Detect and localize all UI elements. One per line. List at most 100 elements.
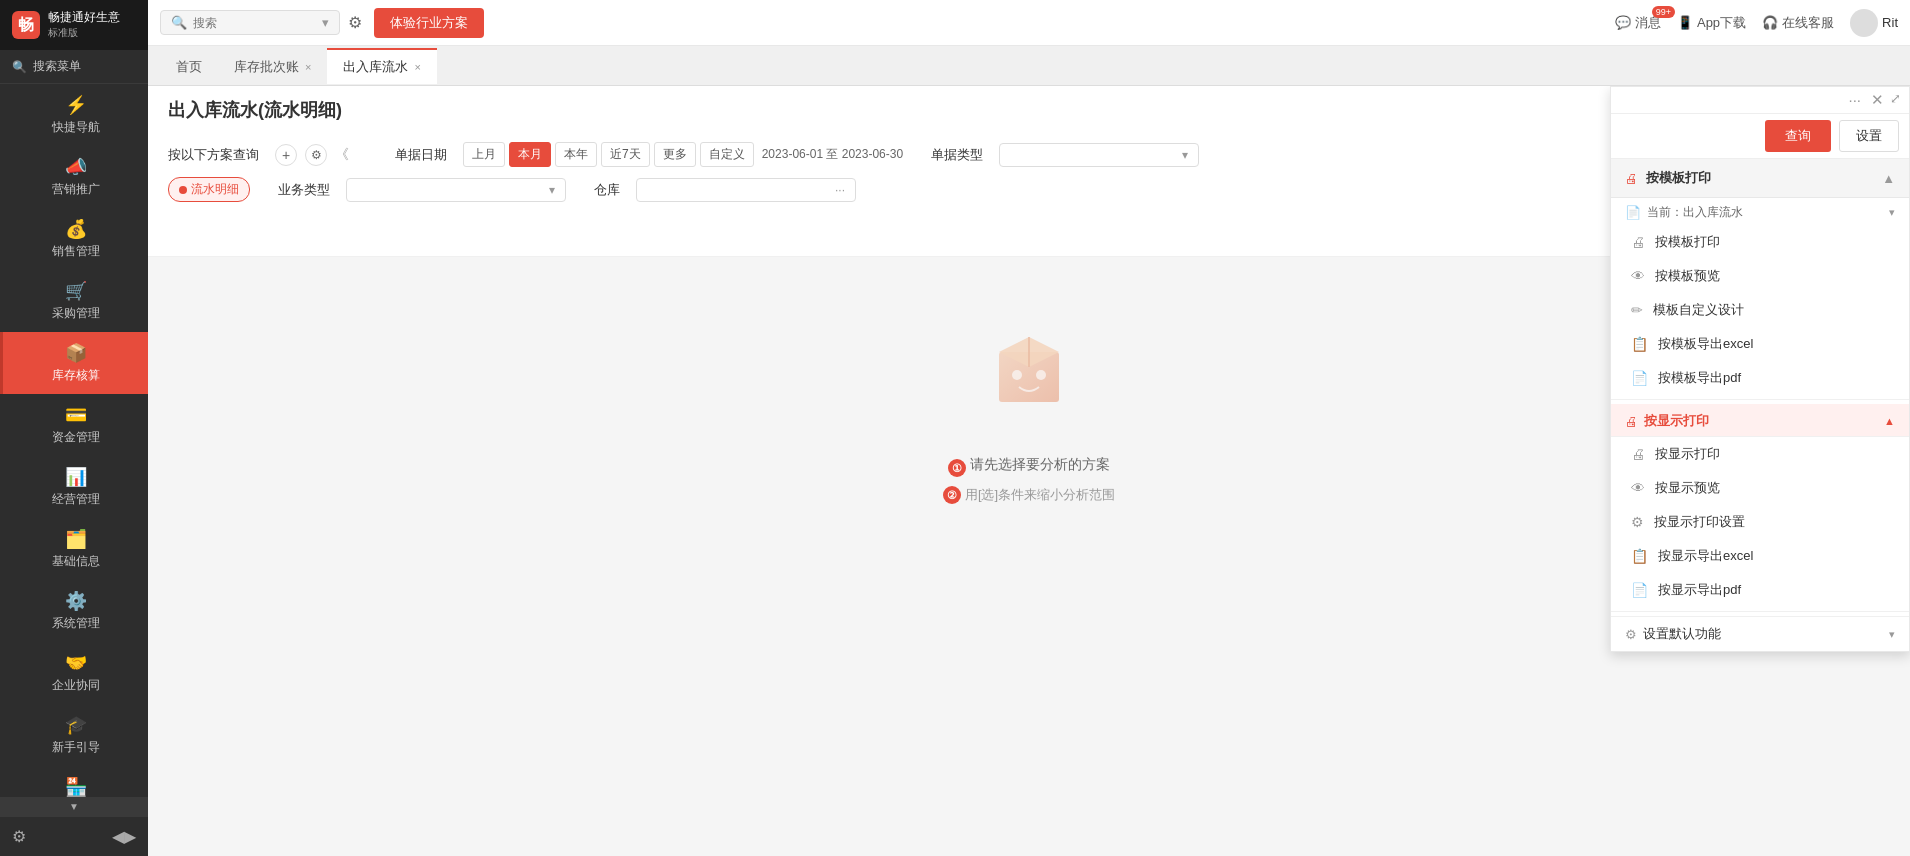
system-icon: ⚙️ xyxy=(65,590,87,612)
user-avatar xyxy=(1850,9,1878,37)
empty-icon xyxy=(979,317,1079,436)
menu-display-export-excel[interactable]: 📋 按显示导出excel xyxy=(1611,539,1909,573)
tab-home[interactable]: 首页 xyxy=(160,48,218,84)
doc-type-select[interactable]: ▾ xyxy=(999,143,1199,167)
online-service-button[interactable]: 🎧 在线客服 xyxy=(1762,14,1834,32)
svg-point-3 xyxy=(1036,370,1046,380)
display-section-arrow[interactable]: ▲ xyxy=(1884,415,1895,427)
tab-inout-flow[interactable]: 出入库流水 × xyxy=(327,48,436,84)
menu-display-pdf-icon: 📄 xyxy=(1631,582,1648,598)
menu-template-preview[interactable]: 👁 按模板预览 xyxy=(1611,259,1909,293)
sidebar-item-basic[interactable]: 🗂️ 基础信息 xyxy=(0,518,148,580)
tab-inout-flow-close[interactable]: × xyxy=(414,61,420,73)
sidebar-item-system[interactable]: ⚙️ 系统管理 xyxy=(0,580,148,642)
settings-icon[interactable]: ⚙ xyxy=(12,827,26,846)
panel-action-buttons: 查询 设置 xyxy=(1611,114,1909,159)
menu-template-export-excel[interactable]: 📋 按模板导出excel xyxy=(1611,327,1909,361)
menu-template-preview-icon: 👁 xyxy=(1631,268,1645,284)
date-btn-current-month[interactable]: 本月 xyxy=(509,142,551,167)
date-filter-label: 单据日期 xyxy=(395,146,447,164)
sidebar-item-marketing[interactable]: 📣 营销推广 xyxy=(0,146,148,208)
sidebar-scroll-down[interactable]: ▼ xyxy=(0,797,148,816)
date-btn-last-7days[interactable]: 近7天 xyxy=(601,142,650,167)
warehouse-more-icon[interactable]: ··· xyxy=(835,183,845,197)
panel-close-button[interactable]: ✕ xyxy=(1871,91,1884,109)
printer-icon: 🖨 xyxy=(1625,171,1638,186)
business-type-dropdown-icon: ▾ xyxy=(549,183,555,197)
date-btn-current-year[interactable]: 本年 xyxy=(555,142,597,167)
empty-hint-1-row: ① 请先选择要分析的方案 xyxy=(948,456,1110,480)
empty-hint-2-row: ② 用[选]条件来缩小分析范围 xyxy=(943,486,1115,504)
svg-point-2 xyxy=(1012,370,1022,380)
sidebar-item-cooperation[interactable]: 🤝 企业协同 xyxy=(0,642,148,704)
warehouse-input[interactable]: ··· xyxy=(636,178,856,202)
print-header-left: 🖨 按模板打印 xyxy=(1625,169,1711,187)
sidebar-search[interactable]: 🔍 搜索菜单 xyxy=(0,50,148,84)
display-print-section-header[interactable]: 🖨 按显示打印 ▲ xyxy=(1611,404,1909,437)
user-avatar-area[interactable]: Rit xyxy=(1850,9,1898,37)
sales-icon: 💰 xyxy=(65,218,87,240)
inventory-icon: 📦 xyxy=(65,342,87,364)
panel-settings-button[interactable]: 设置 xyxy=(1839,120,1899,152)
quick-nav-icon: ⚡ xyxy=(65,94,87,116)
menu-display-preview[interactable]: 👁 按显示预览 xyxy=(1611,471,1909,505)
logo-icon: 畅 xyxy=(12,11,40,39)
menu-template-print[interactable]: 🖨 按模板打印 xyxy=(1611,225,1909,259)
date-btn-custom[interactable]: 自定义 xyxy=(700,142,754,167)
date-btn-more[interactable]: 更多 xyxy=(654,142,696,167)
menu-display-excel-icon: 📋 xyxy=(1631,548,1648,564)
business-type-select[interactable]: ▾ xyxy=(346,178,566,202)
collapse-sidebar-icon[interactable]: ◀▶ xyxy=(112,827,136,846)
menu-display-export-pdf[interactable]: 📄 按显示导出pdf xyxy=(1611,573,1909,607)
appcenter-icon: 🏪 xyxy=(65,776,87,797)
page-title: 出入库流水(流水明细) xyxy=(168,98,342,122)
panel-expand-button[interactable]: ⤢ xyxy=(1890,91,1901,109)
topbar-search-input[interactable] xyxy=(193,16,318,30)
search-dropdown-icon[interactable]: ▾ xyxy=(322,15,329,30)
footer-arrow: ▾ xyxy=(1889,628,1895,641)
tab-batch-account[interactable]: 库存批次账 × xyxy=(218,48,327,84)
filter-add-button[interactable]: + xyxy=(275,144,297,166)
topbar-right: 💬 消息 99+ 📱 App下载 🎧 在线客服 Rit xyxy=(1615,9,1898,37)
sidebar-item-operation[interactable]: 📊 经营管理 xyxy=(0,456,148,518)
message-icon: 💬 xyxy=(1615,15,1631,30)
date-btn-last-month[interactable]: 上月 xyxy=(463,142,505,167)
tab-batch-account-close[interactable]: × xyxy=(305,61,311,73)
headset-icon: 🎧 xyxy=(1762,15,1778,30)
topbar: 🔍 ▾ ⚙ 体验行业方案 💬 消息 99+ 📱 App下载 🎧 在线客服 Rit xyxy=(148,0,1910,46)
sidebar-item-quick-nav[interactable]: ⚡ 快捷导航 xyxy=(0,84,148,146)
doc-type-dropdown-icon: ▾ xyxy=(1182,148,1188,162)
sidebar-item-inventory[interactable]: 📦 库存核算 xyxy=(0,332,148,394)
app-download-button[interactable]: 📱 App下载 xyxy=(1677,14,1746,32)
menu-display-settings-icon: ⚙ xyxy=(1631,514,1644,530)
menu-display-preview-icon: 👁 xyxy=(1631,480,1645,496)
menu-display-print[interactable]: 🖨 按显示打印 xyxy=(1611,437,1909,471)
menu-template-print-icon: 🖨 xyxy=(1631,234,1645,250)
menu-template-customize[interactable]: ✏ 模板自定义设计 xyxy=(1611,293,1909,327)
panel-dots-button[interactable]: ··· xyxy=(1848,91,1861,109)
panel-query-button[interactable]: 查询 xyxy=(1765,120,1831,152)
sidebar-item-beginner[interactable]: 🎓 新手引导 xyxy=(0,704,148,766)
menu-display-print-settings[interactable]: ⚙ 按显示打印设置 xyxy=(1611,505,1909,539)
business-type-label: 业务类型 xyxy=(278,181,330,199)
sidebar-item-sales[interactable]: 💰 销售管理 xyxy=(0,208,148,270)
message-button[interactable]: 💬 消息 99+ xyxy=(1615,14,1661,32)
print-footer[interactable]: ⚙ 设置默认功能 ▾ xyxy=(1611,616,1909,651)
sidebar-item-purchase[interactable]: 🛒 采购管理 xyxy=(0,270,148,332)
sidebar-item-finance[interactable]: 💳 资金管理 xyxy=(0,394,148,456)
print-header-arrow[interactable]: ▲ xyxy=(1882,171,1895,186)
filter-collapse-icon[interactable]: 《 xyxy=(335,146,349,164)
logo-text: 畅捷通好生意 标准版 xyxy=(48,10,120,40)
sidebar-item-appcenter[interactable]: 🏪 应用中心 xyxy=(0,766,148,797)
current-doc-arrow[interactable]: ▾ xyxy=(1889,206,1895,219)
operation-icon: 📊 xyxy=(65,466,87,488)
print-footer-left: ⚙ 设置默认功能 xyxy=(1625,625,1721,643)
flow-detail-tag[interactable]: 流水明细 xyxy=(168,177,250,202)
topbar-gear-icon[interactable]: ⚙ xyxy=(348,13,362,32)
basic-icon: 🗂️ xyxy=(65,528,87,550)
menu-template-export-pdf[interactable]: 📄 按模板导出pdf xyxy=(1611,361,1909,395)
filter-settings-button[interactable]: ⚙ xyxy=(305,144,327,166)
topbar-search-box[interactable]: 🔍 ▾ xyxy=(160,10,340,35)
industry-plan-button[interactable]: 体验行业方案 xyxy=(374,8,484,38)
app-download-icon: 📱 xyxy=(1677,15,1693,30)
